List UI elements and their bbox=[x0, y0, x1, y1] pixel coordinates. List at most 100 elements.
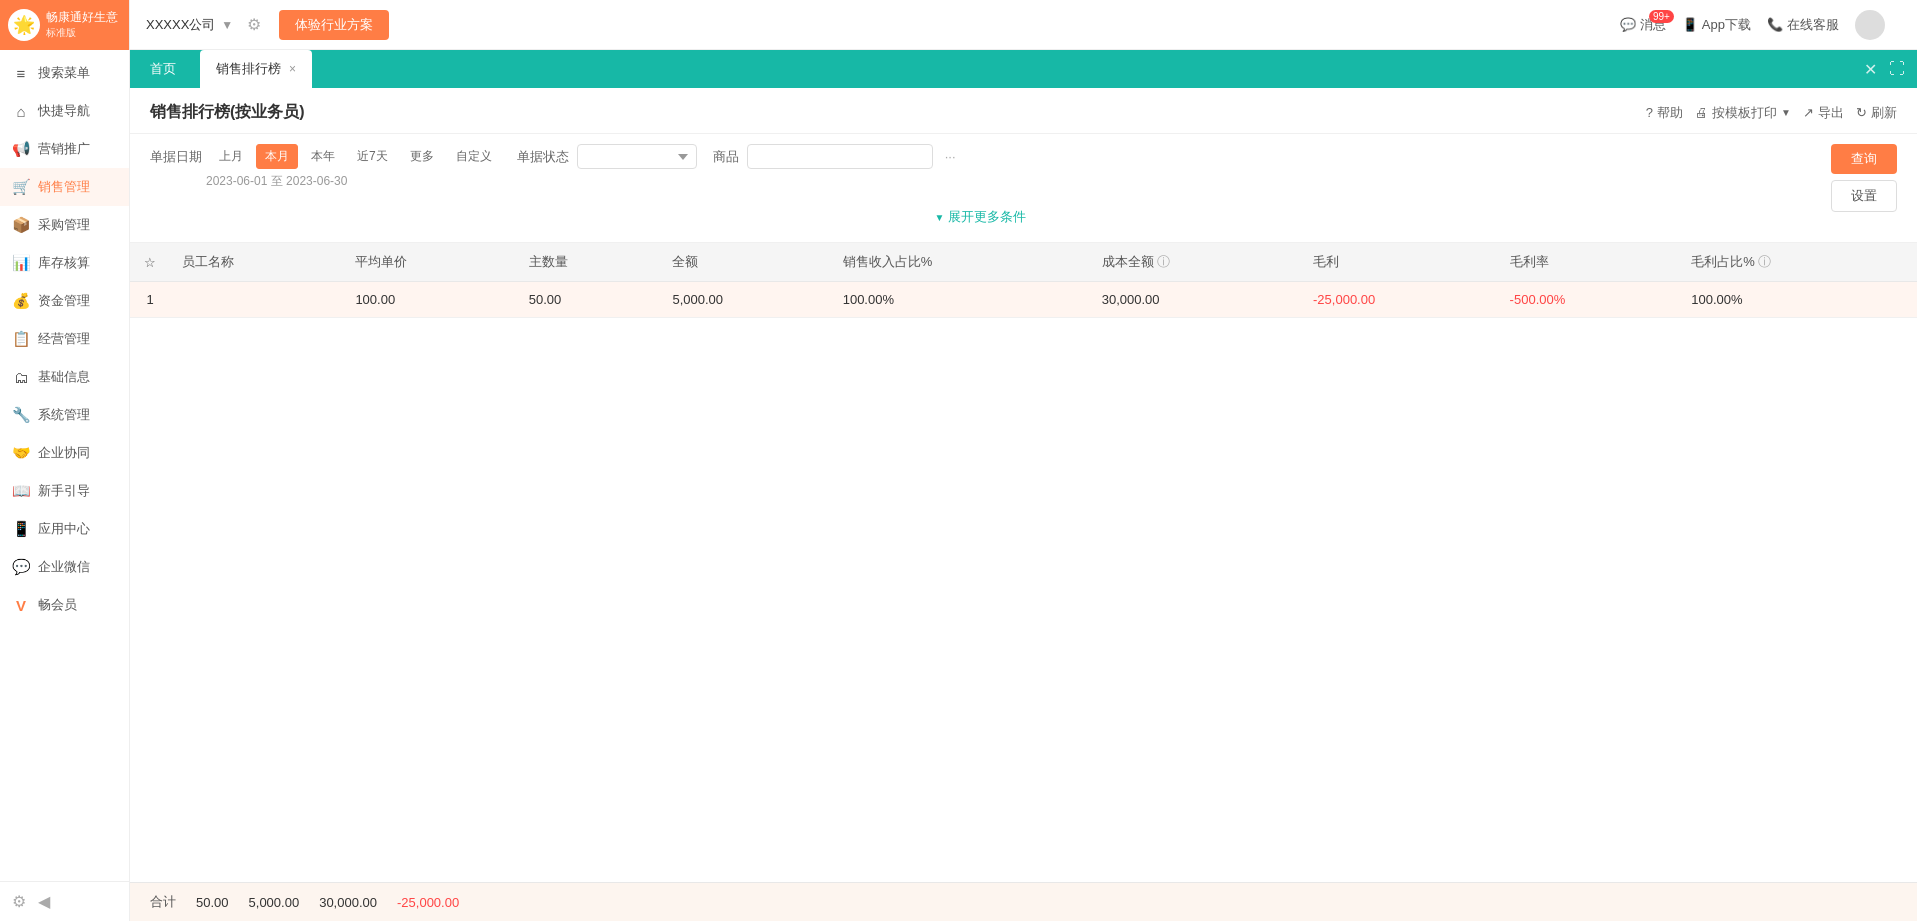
sidebar-menu: ≡ 搜索菜单 ⌂ 快捷导航 📢 营销推广 🛒 销售管理 📦 采购管理 📊 库存核… bbox=[0, 50, 129, 881]
online-service-btn[interactable]: 📞 在线客服 bbox=[1767, 16, 1839, 34]
app-download-btn[interactable]: 📱 App下载 bbox=[1682, 16, 1751, 34]
settings-btn[interactable]: 设置 bbox=[1831, 180, 1897, 212]
sidebar-item-system[interactable]: 🔧 系统管理 bbox=[0, 396, 129, 434]
purchase-icon: 📦 bbox=[12, 216, 30, 234]
filter-row-1: 单据日期 上月 本月 本年 近7天 更多 自定义 单据状态 bbox=[150, 144, 1811, 169]
sidebar-label-search: 搜索菜单 bbox=[38, 64, 90, 82]
this-year-btn[interactable]: 本年 bbox=[302, 144, 344, 169]
sidebar-item-wechat[interactable]: 💬 企业微信 bbox=[0, 548, 129, 586]
message-icon: 💬 bbox=[1620, 17, 1636, 32]
tab-sales-ranking[interactable]: 销售排行榜 × bbox=[200, 50, 312, 88]
table-header-row: ☆ 员工名称 平均单价 主数量 全额 销售收入占比% 成本全额 ⓘ 毛利 毛利率… bbox=[130, 243, 1917, 282]
status-filter-label: 单据状态 bbox=[517, 148, 569, 166]
table-wrapper: ☆ 员工名称 平均单价 主数量 全额 销售收入占比% 成本全额 ⓘ 毛利 毛利率… bbox=[130, 243, 1917, 882]
home-icon: ⌂ bbox=[12, 103, 30, 120]
gross-pct-info-icon: ⓘ bbox=[1758, 254, 1771, 269]
footer-gross: -25,000.00 bbox=[397, 895, 459, 910]
base-icon: 🗂 bbox=[12, 369, 30, 386]
logo-text-block: 畅康通好生意 标准版 bbox=[46, 10, 118, 40]
sidebar-item-manage[interactable]: 📋 经营管理 bbox=[0, 320, 129, 358]
sidebar-item-member[interactable]: V 畅会员 bbox=[0, 586, 129, 624]
message-btn[interactable]: 💬 消息 99+ bbox=[1620, 16, 1666, 34]
sidebar-item-app[interactable]: 📱 应用中心 bbox=[0, 510, 129, 548]
tab-home[interactable]: 首页 bbox=[130, 50, 196, 88]
collapse-icon[interactable]: ◀ bbox=[38, 892, 50, 911]
this-month-btn[interactable]: 本月 bbox=[256, 144, 298, 169]
sidebar-item-search[interactable]: ≡ 搜索菜单 bbox=[0, 54, 129, 92]
tab-close-icon[interactable]: × bbox=[289, 62, 296, 76]
help-label: 帮助 bbox=[1657, 104, 1683, 122]
custom-btn[interactable]: 自定义 bbox=[447, 144, 501, 169]
message-badge: 99+ bbox=[1649, 10, 1674, 23]
print-btn[interactable]: 🖨 按模板打印 ▼ bbox=[1695, 104, 1791, 122]
sidebar-item-marketing[interactable]: 📢 营销推广 bbox=[0, 130, 129, 168]
company-arrow-icon: ▼ bbox=[221, 18, 233, 32]
table-footer: 合计 50.00 5,000.00 30,000.00 -25,000.00 bbox=[130, 882, 1917, 921]
company-selector[interactable]: XXXXX公司 ▼ bbox=[146, 16, 233, 34]
cost-info-icon: ⓘ bbox=[1157, 254, 1170, 269]
marketing-icon: 📢 bbox=[12, 140, 30, 158]
th-amount: 全额 bbox=[660, 243, 830, 282]
settings-icon[interactable]: ⚙ bbox=[12, 892, 26, 911]
avatar[interactable] bbox=[1855, 10, 1885, 40]
goods-dots[interactable]: ··· bbox=[945, 149, 956, 164]
help-btn[interactable]: ? 帮助 bbox=[1646, 104, 1683, 122]
sidebar-item-coop[interactable]: 🤝 企业协同 bbox=[0, 434, 129, 472]
page-header: 销售排行榜(按业务员) ? 帮助 🖨 按模板打印 ▼ ↗ 导出 ↻ 刷新 bbox=[130, 88, 1917, 134]
date-btns: 上月 本月 本年 近7天 更多 自定义 bbox=[210, 144, 501, 169]
last7-btn[interactable]: 近7天 bbox=[348, 144, 397, 169]
trial-btn[interactable]: 体验行业方案 bbox=[279, 10, 389, 40]
print-label: 按模板打印 bbox=[1712, 104, 1777, 122]
th-rank: ☆ bbox=[130, 243, 170, 282]
date-filter-label: 单据日期 bbox=[150, 148, 202, 166]
goods-filter-group: 商品 ··· bbox=[713, 144, 956, 169]
sidebar-logo: 🌟 畅康通好生意 标准版 bbox=[0, 0, 129, 50]
cell-gross-rate: -500.00% bbox=[1498, 282, 1680, 318]
goods-input[interactable] bbox=[747, 144, 933, 169]
refresh-btn[interactable]: ↻ 刷新 bbox=[1856, 104, 1897, 122]
sidebar-item-finance[interactable]: 💰 资金管理 bbox=[0, 282, 129, 320]
footer-cost-cell: 30,000.00 bbox=[319, 893, 377, 911]
status-select[interactable] bbox=[577, 144, 697, 169]
tab-active-label: 销售排行榜 bbox=[216, 60, 281, 78]
app-download-icon: 📱 bbox=[1682, 17, 1698, 32]
footer-amount-cell: 5,000.00 bbox=[249, 893, 300, 911]
sidebar-item-sales[interactable]: 🛒 销售管理 bbox=[0, 168, 129, 206]
cell-cost: 30,000.00 bbox=[1090, 282, 1301, 318]
export-icon: ↗ bbox=[1803, 105, 1814, 120]
sidebar-item-base[interactable]: 🗂 基础信息 bbox=[0, 358, 129, 396]
sidebar-label-manage: 经营管理 bbox=[38, 330, 90, 348]
expand-icon: ▼ bbox=[935, 212, 945, 223]
footer-cost: 30,000.00 bbox=[319, 895, 377, 910]
page-actions: ? 帮助 🖨 按模板打印 ▼ ↗ 导出 ↻ 刷新 bbox=[1646, 104, 1897, 122]
footer-gross-cell: -25,000.00 bbox=[397, 893, 459, 911]
more-btn[interactable]: 更多 bbox=[401, 144, 443, 169]
logo-icon: 🌟 bbox=[8, 9, 40, 41]
sidebar-item-stock[interactable]: 📊 库存核算 bbox=[0, 244, 129, 282]
window-close-icon[interactable]: ✕ bbox=[1864, 60, 1877, 79]
window-max-icon[interactable]: ⛶ bbox=[1889, 60, 1905, 78]
expand-more-btn[interactable]: ▼ 展开更多条件 bbox=[935, 208, 1027, 226]
cell-rank: 1 bbox=[130, 282, 170, 318]
cell-qty: 50.00 bbox=[517, 282, 661, 318]
sidebar-item-quick-nav[interactable]: ⌂ 快捷导航 bbox=[0, 92, 129, 130]
footer-qty-cell: 50.00 bbox=[196, 893, 229, 911]
sidebar-label-stock: 库存核算 bbox=[38, 254, 90, 272]
sidebar-label-finance: 资金管理 bbox=[38, 292, 90, 310]
export-btn[interactable]: ↗ 导出 bbox=[1803, 104, 1844, 122]
topbar-settings-icon[interactable]: ⚙ bbox=[247, 15, 261, 34]
th-cost: 成本全额 ⓘ bbox=[1090, 243, 1301, 282]
th-gross-rate: 毛利率 bbox=[1498, 243, 1680, 282]
last-month-btn[interactable]: 上月 bbox=[210, 144, 252, 169]
sidebar-item-guide[interactable]: 📖 新手引导 bbox=[0, 472, 129, 510]
sidebar-label-marketing: 营销推广 bbox=[38, 140, 90, 158]
logo-sub: 标准版 bbox=[46, 26, 118, 40]
sidebar-item-purchase[interactable]: 📦 采购管理 bbox=[0, 206, 129, 244]
query-btn[interactable]: 查询 bbox=[1831, 144, 1897, 174]
th-qty: 主数量 bbox=[517, 243, 661, 282]
sidebar: 🌟 畅康通好生意 标准版 ≡ 搜索菜单 ⌂ 快捷导航 📢 营销推广 🛒 销售管理… bbox=[0, 0, 130, 921]
sidebar-label-sales: 销售管理 bbox=[38, 178, 90, 196]
service-label: 在线客服 bbox=[1787, 16, 1839, 34]
footer-label-cell: 合计 bbox=[150, 893, 176, 911]
sidebar-label-quick-nav: 快捷导航 bbox=[38, 102, 90, 120]
